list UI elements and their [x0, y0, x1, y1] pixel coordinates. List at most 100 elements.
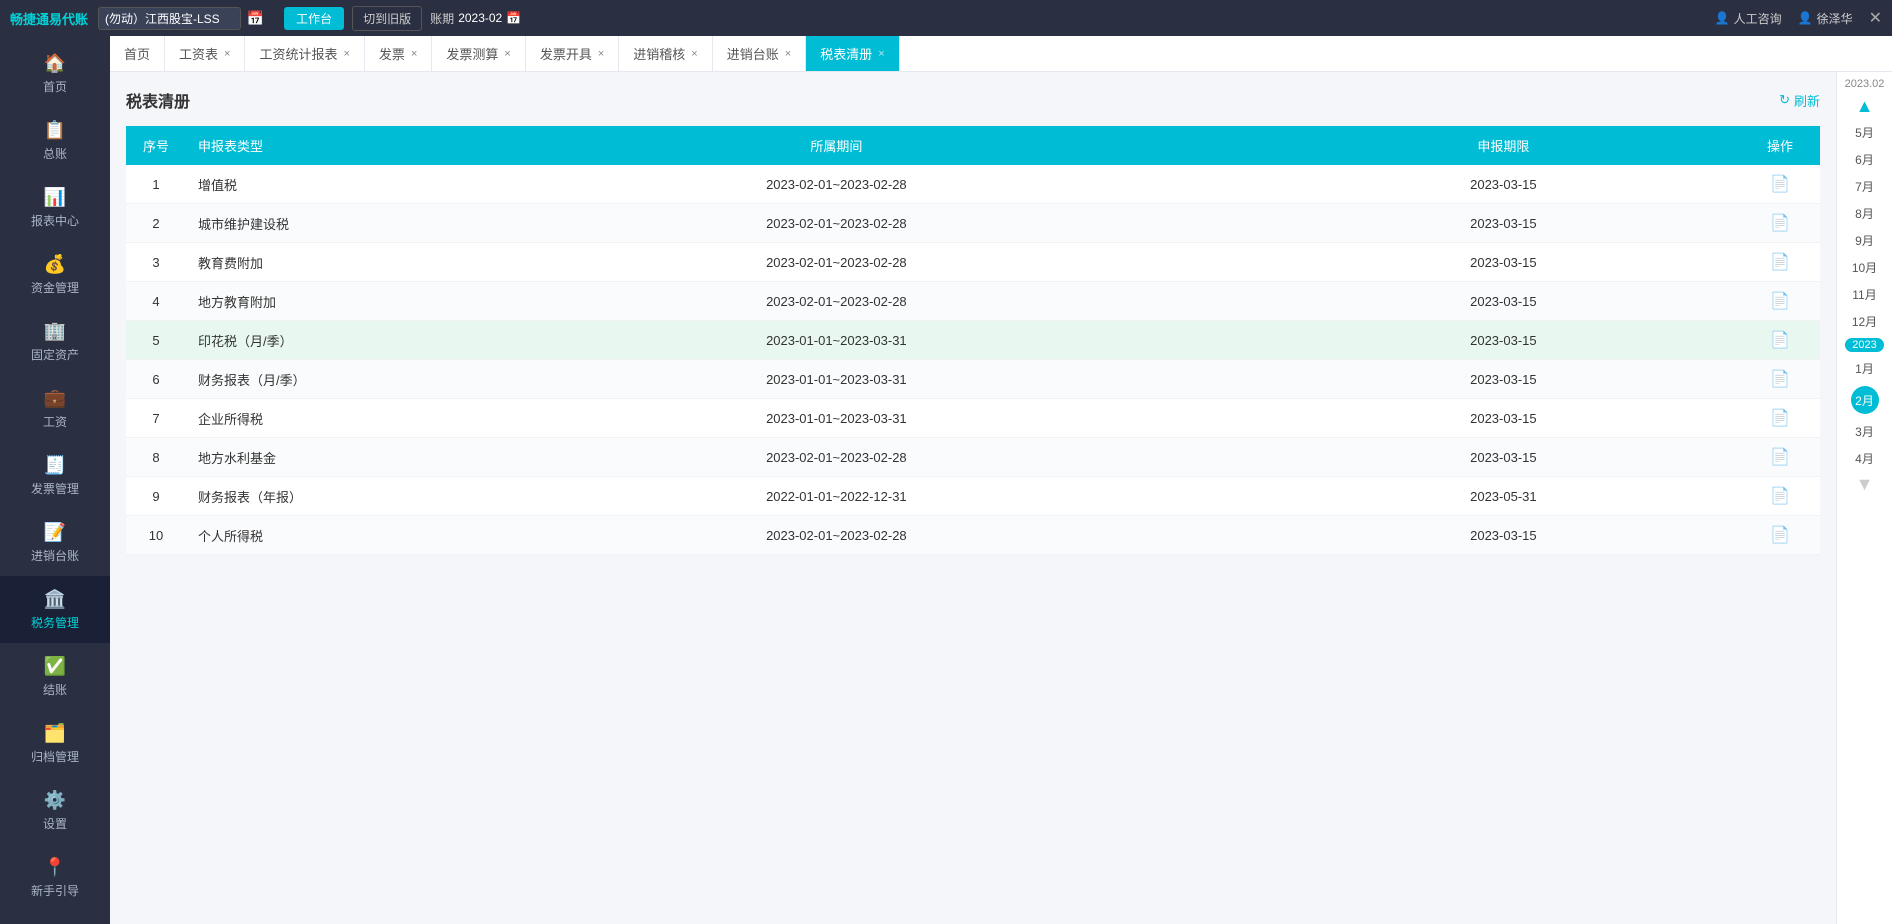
- sidebar-item-funds[interactable]: 💰 资金管理: [0, 241, 110, 308]
- user-menu[interactable]: 👤 徐泽华: [1798, 10, 1853, 27]
- tab-purchase-review-close[interactable]: ×: [691, 48, 697, 60]
- cell-type: 个人所得税: [186, 516, 406, 555]
- company-name[interactable]: (勿动）江西股宝-LSS: [98, 7, 241, 30]
- tab-salary-stat[interactable]: 工资统计报表 ×: [245, 36, 364, 72]
- timeline-month-11[interactable]: 11月: [1837, 281, 1892, 308]
- timeline-down-button[interactable]: ▼: [1856, 474, 1874, 495]
- sidebar-item-salary[interactable]: 💼 工资: [0, 375, 110, 442]
- cell-deadline: 2023-03-15: [1267, 243, 1740, 282]
- cell-type: 城市维护建设税: [186, 204, 406, 243]
- tab-home[interactable]: 首页: [110, 36, 165, 72]
- tab-purchase-review[interactable]: 进销稽核 ×: [619, 36, 712, 72]
- workspace-button[interactable]: 工作台: [284, 7, 344, 30]
- table-row[interactable]: 10 个人所得税 2023-02-01~2023-02-28 2023-03-1…: [126, 516, 1820, 555]
- timeline-month-12[interactable]: 12月: [1837, 308, 1892, 335]
- timeline-month-4[interactable]: 4月: [1837, 445, 1892, 472]
- company-selector[interactable]: (勿动）江西股宝-LSS 📅: [98, 7, 264, 30]
- sidebar-item-invoice[interactable]: 🧾 发票管理: [0, 442, 110, 509]
- timeline-month-2-active[interactable]: 2月: [1851, 386, 1879, 414]
- timeline-month-5[interactable]: 5月: [1837, 119, 1892, 146]
- timeline-month-3[interactable]: 3月: [1837, 418, 1892, 445]
- table-row[interactable]: 5 印花税（月/季） 2023-01-01~2023-03-31 2023-03…: [126, 321, 1820, 360]
- page-content: 税表清册 ↻ 刷新 序号 申报表类型 所属期间 申报期限 操作: [110, 72, 1892, 924]
- table-row[interactable]: 3 教育费附加 2023-02-01~2023-02-28 2023-03-15…: [126, 243, 1820, 282]
- sidebar-item-report[interactable]: 📊 报表中心: [0, 174, 110, 241]
- timeline-month-8[interactable]: 8月: [1837, 200, 1892, 227]
- cell-action[interactable]: 📄: [1740, 321, 1820, 360]
- cell-action[interactable]: 📄: [1740, 516, 1820, 555]
- table-row[interactable]: 2 城市维护建设税 2023-02-01~2023-02-28 2023-03-…: [126, 204, 1820, 243]
- view-action-icon[interactable]: 📄: [1770, 488, 1790, 505]
- table-row[interactable]: 6 财务报表（月/季） 2023-01-01~2023-03-31 2023-0…: [126, 360, 1820, 399]
- cell-deadline: 2023-03-15: [1267, 399, 1740, 438]
- cell-period: 2022-01-01~2022-12-31: [406, 477, 1267, 516]
- tab-purchase-review-label: 进销稽核: [633, 44, 685, 63]
- tab-tax-clear-close[interactable]: ×: [878, 48, 884, 60]
- tab-tax-clear[interactable]: 税表清册 ×: [806, 36, 899, 72]
- ai-consult-button[interactable]: 👤 人工咨询: [1715, 10, 1782, 27]
- timeline-month-10[interactable]: 10月: [1837, 254, 1892, 281]
- tab-purchase-ledger[interactable]: 进销台账 ×: [713, 36, 806, 72]
- timeline-month-7[interactable]: 7月: [1837, 173, 1892, 200]
- tab-salary-stat-close[interactable]: ×: [343, 48, 349, 60]
- tab-invoice-calc-close[interactable]: ×: [504, 48, 510, 60]
- view-action-icon[interactable]: 📄: [1770, 527, 1790, 544]
- tab-bar: 首页 工资表 × 工资统计报表 × 发票 × 发票测算 × 发票开具 ×: [110, 36, 1892, 72]
- cell-seq: 10: [126, 516, 186, 555]
- cell-action[interactable]: 📄: [1740, 438, 1820, 477]
- refresh-label: 刷新: [1794, 91, 1820, 110]
- tab-invoice-open-close[interactable]: ×: [598, 48, 604, 60]
- table-row[interactable]: 7 企业所得税 2023-01-01~2023-03-31 2023-03-15…: [126, 399, 1820, 438]
- view-action-icon[interactable]: 📄: [1770, 332, 1790, 349]
- sidebar-item-assets[interactable]: 🏢 固定资产: [0, 308, 110, 375]
- sidebar-item-ledger[interactable]: 📋 总账: [0, 107, 110, 174]
- sidebar-item-settle[interactable]: ✅ 结账: [0, 643, 110, 710]
- view-action-icon[interactable]: 📄: [1770, 215, 1790, 232]
- table-row[interactable]: 9 财务报表（年报） 2022-01-01~2022-12-31 2023-05…: [126, 477, 1820, 516]
- timeline-up-button[interactable]: ▲: [1856, 96, 1874, 117]
- table-row[interactable]: 1 增值税 2023-02-01~2023-02-28 2023-03-15 📄: [126, 165, 1820, 204]
- tab-invoice-close[interactable]: ×: [411, 48, 417, 60]
- tab-purchase-ledger-close[interactable]: ×: [785, 48, 791, 60]
- view-action-icon[interactable]: 📄: [1770, 449, 1790, 466]
- window-close-button[interactable]: ✕: [1869, 8, 1882, 28]
- table-row[interactable]: 8 地方水利基金 2023-02-01~2023-02-28 2023-03-1…: [126, 438, 1820, 477]
- cell-action[interactable]: 📄: [1740, 477, 1820, 516]
- cell-action[interactable]: 📄: [1740, 165, 1820, 204]
- tab-salary-table-close[interactable]: ×: [224, 48, 230, 60]
- sidebar-item-home[interactable]: 🏠 首页: [0, 40, 110, 107]
- view-action-icon[interactable]: 📄: [1770, 410, 1790, 427]
- cell-action[interactable]: 📄: [1740, 282, 1820, 321]
- cell-action[interactable]: 📄: [1740, 204, 1820, 243]
- tab-invoice-open[interactable]: 发票开具 ×: [526, 36, 619, 72]
- timeline-month-6[interactable]: 6月: [1837, 146, 1892, 173]
- view-action-icon[interactable]: 📄: [1770, 371, 1790, 388]
- timeline-month-9[interactable]: 9月: [1837, 227, 1892, 254]
- table-row[interactable]: 4 地方教育附加 2023-02-01~2023-02-28 2023-03-1…: [126, 282, 1820, 321]
- tab-invoice[interactable]: 发票 ×: [365, 36, 432, 72]
- sidebar-label-assets: 固定资产: [31, 346, 79, 363]
- tab-invoice-calc[interactable]: 发票测算 ×: [432, 36, 525, 72]
- cell-deadline: 2023-03-15: [1267, 282, 1740, 321]
- view-action-icon[interactable]: 📄: [1770, 293, 1790, 310]
- cell-seq: 7: [126, 399, 186, 438]
- sidebar-item-vip[interactable]: ⭐ 畅会员: [0, 911, 110, 924]
- sidebar-item-guide[interactable]: 📍 新手引导: [0, 844, 110, 911]
- cell-action[interactable]: 📄: [1740, 399, 1820, 438]
- refresh-button[interactable]: ↻ 刷新: [1779, 91, 1820, 110]
- switch-old-button[interactable]: 切到旧版: [352, 6, 422, 31]
- sidebar-item-purchase[interactable]: 📝 进销台账: [0, 509, 110, 576]
- calendar-icon-period[interactable]: 📅: [506, 11, 521, 25]
- sidebar-item-archive[interactable]: 🗂️ 归档管理: [0, 710, 110, 777]
- cell-action[interactable]: 📄: [1740, 243, 1820, 282]
- timeline-month-1[interactable]: 1月: [1837, 355, 1892, 382]
- salary-icon: 💼: [44, 387, 66, 409]
- view-action-icon[interactable]: 📄: [1770, 176, 1790, 193]
- username-label: 徐泽华: [1817, 10, 1853, 27]
- cell-action[interactable]: 📄: [1740, 360, 1820, 399]
- tab-salary-table[interactable]: 工资表 ×: [165, 36, 245, 72]
- cell-period: 2023-02-01~2023-02-28: [406, 438, 1267, 477]
- sidebar-item-settings[interactable]: ⚙️ 设置: [0, 777, 110, 844]
- sidebar-item-tax[interactable]: 🏛️ 税务管理: [0, 576, 110, 643]
- view-action-icon[interactable]: 📄: [1770, 254, 1790, 271]
